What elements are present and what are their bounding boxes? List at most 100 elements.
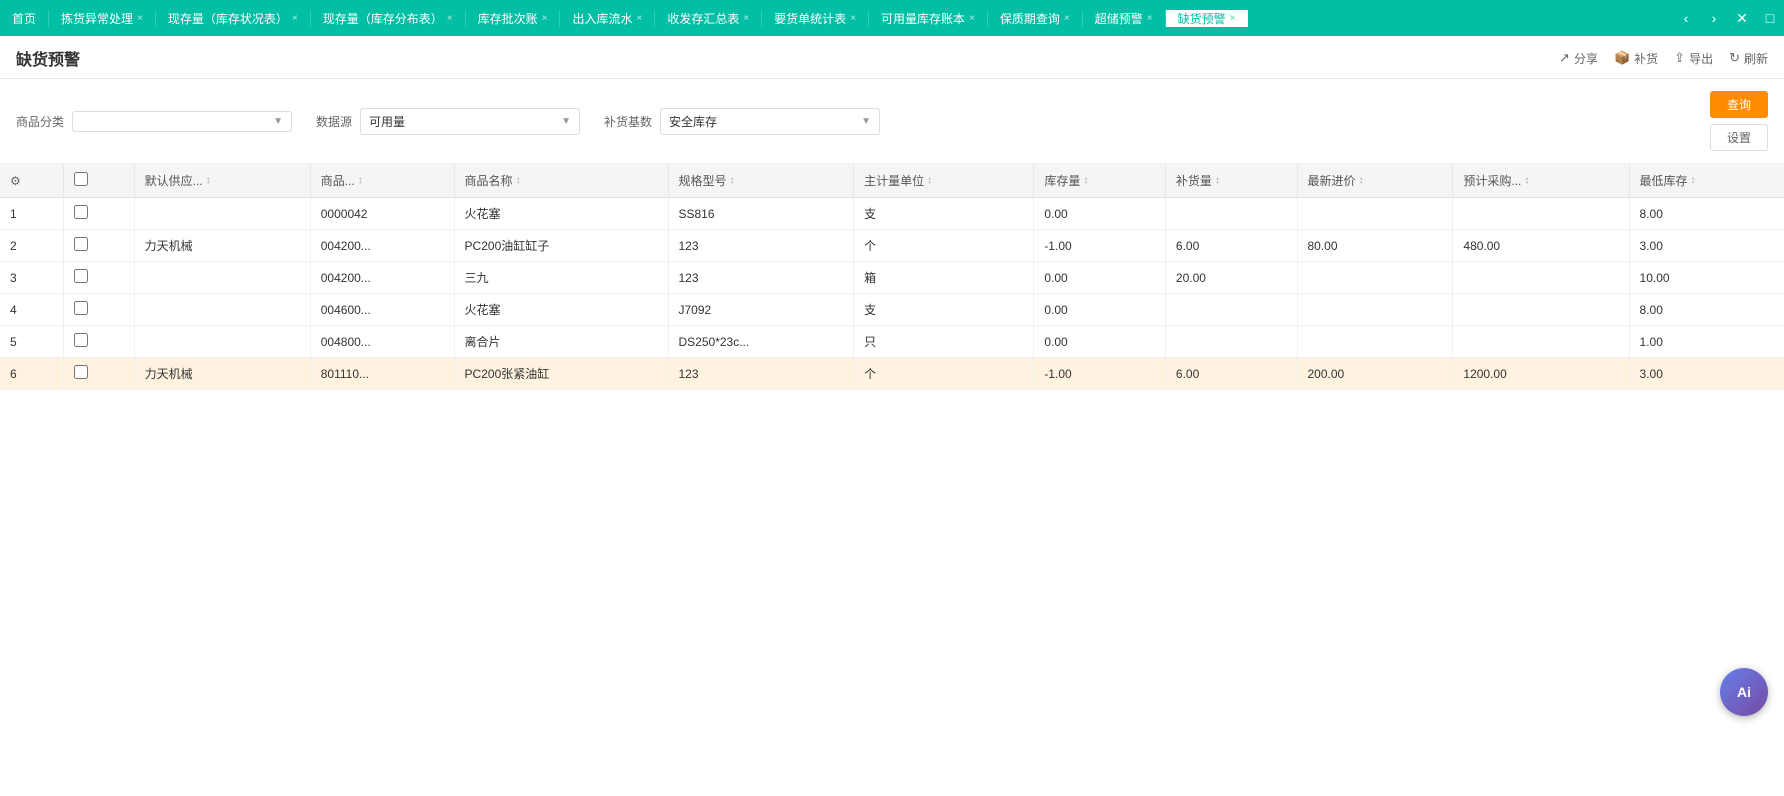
col-header-min_stock[interactable]: 最低库存↕ <box>1629 164 1784 198</box>
sort-replenish[interactable]: 补货量↕ <box>1176 172 1220 189</box>
page-title: 缺货预警 <box>16 46 80 70</box>
row-cb-4[interactable] <box>74 301 88 315</box>
category-select[interactable]: ▼ <box>72 111 292 132</box>
sort-latest_price[interactable]: 最新进价↕ <box>1308 172 1364 189</box>
cell-replenish-3: 20.00 <box>1165 262 1297 294</box>
row-checkbox-5[interactable] <box>63 326 134 358</box>
refresh-icon: ↻ <box>1729 50 1740 66</box>
cell-latest_price-2: 80.00 <box>1297 230 1453 262</box>
cell-product_code-2: 004200... <box>310 230 454 262</box>
table-container: ⚙ 默认供应...↕ 商品...↕ 商品名称↕ 规格型号↕ 主计量单位↕ 库存量↕ 补货量↕ 最… <box>0 164 1784 390</box>
datasource-filter-group: 数据源 可用量 ▼ <box>316 108 580 135</box>
sort-stock[interactable]: 库存量↕ <box>1044 172 1088 189</box>
col-header-default_supplier[interactable]: 默认供应...↕ <box>134 164 310 198</box>
cell-replenish-2: 6.00 <box>1165 230 1297 262</box>
row-cb-2[interactable] <box>74 237 88 251</box>
refresh-button[interactable]: ↻ 刷新 <box>1729 50 1768 67</box>
row-cb-5[interactable] <box>74 333 88 347</box>
tab-close-available-ledger[interactable]: × <box>969 13 975 24</box>
datasource-select[interactable]: 可用量 ▼ <box>360 108 580 135</box>
cell-default_supplier-3 <box>134 262 310 294</box>
filter-bar: 商品分类 ▼ 数据源 可用量 ▼ 补货基数 安全库存 ▼ 查询 设置 <box>0 79 1784 164</box>
row-checkbox-4[interactable] <box>63 294 134 326</box>
col-header-stock[interactable]: 库存量↕ <box>1034 164 1166 198</box>
query-button[interactable]: 查询 <box>1710 91 1768 118</box>
sort-icon-product_name: ↕ <box>516 175 521 186</box>
replenish-icon: 📦 <box>1614 50 1630 66</box>
cell-est_purchase-2: 480.00 <box>1453 230 1629 262</box>
row-cb-1[interactable] <box>74 205 88 219</box>
col-header-product_code[interactable]: 商品...↕ <box>310 164 454 198</box>
tab-maximize-btn[interactable]: □ <box>1756 0 1784 36</box>
cell-unit-3: 箱 <box>854 262 1034 294</box>
tab-batch-account[interactable]: 库存批次账× <box>466 10 561 27</box>
cell-default_supplier-5 <box>134 326 310 358</box>
tab-label-overstock: 超储预警 <box>1095 10 1143 27</box>
tab-close-collect-summary[interactable]: × <box>743 13 749 24</box>
tab-expiry[interactable]: 保质期查询× <box>988 10 1083 27</box>
cell-product_code-1: 0000042 <box>310 198 454 230</box>
tab-close-overstock[interactable]: × <box>1147 13 1153 24</box>
tab-close-order-stats[interactable]: × <box>850 13 856 24</box>
tab-inventory-dist[interactable]: 现存量（库存分布表）× <box>311 10 466 27</box>
tab-overstock[interactable]: 超储预警 × <box>1083 10 1166 27</box>
tab-inout-flow[interactable]: 出入库流水 × <box>560 10 655 27</box>
header-actions: ↗ 分享 📦 补货 ⇪ 导出 ↻ 刷新 <box>1559 50 1768 67</box>
sort-spec[interactable]: 规格型号↕ <box>679 172 735 189</box>
tab-close-batch-account[interactable]: × <box>542 13 548 24</box>
tab-collect-summary[interactable]: 收发存汇总表× <box>655 10 762 27</box>
tab-close-inventory-status[interactable]: × <box>292 13 298 24</box>
col-header-replenish[interactable]: 补货量↕ <box>1165 164 1297 198</box>
cell-stock-2: -1.00 <box>1034 230 1166 262</box>
tab-close-abnormal[interactable]: × <box>137 13 143 24</box>
tab-label-inout-flow: 出入库流水 <box>572 10 632 27</box>
ai-assistant-button[interactable]: Ai <box>1720 668 1768 716</box>
tab-next-btn[interactable]: › <box>1700 0 1728 36</box>
tab-close-btn[interactable]: ✕ <box>1728 0 1756 36</box>
table-row: 6力天机械801110...PC200张紧油缸123个-1.006.00200.… <box>0 358 1784 390</box>
tab-inventory-status[interactable]: 现存量（库存状况表）× <box>156 10 311 27</box>
sort-product_name[interactable]: 商品名称↕ <box>465 172 521 189</box>
sort-est_purchase[interactable]: 预计采购...↕ <box>1463 172 1529 189</box>
sort-default_supplier[interactable]: 默认供应...↕ <box>145 172 211 189</box>
replenish-base-arrow-icon: ▼ <box>861 116 871 127</box>
cell-est_purchase-1 <box>1453 198 1629 230</box>
sort-min_stock[interactable]: 最低库存↕ <box>1640 172 1696 189</box>
tab-shortage[interactable]: 缺货预警× <box>1166 10 1249 27</box>
tab-close-inout-flow[interactable]: × <box>636 13 642 24</box>
row-checkbox-6[interactable] <box>63 358 134 390</box>
replenish-button[interactable]: 📦 补货 <box>1614 50 1658 67</box>
export-button[interactable]: ⇪ 导出 <box>1674 50 1713 67</box>
col-header-est_purchase[interactable]: 预计采购...↕ <box>1453 164 1629 198</box>
tab-order-stats[interactable]: 要货单统计表× <box>762 10 869 27</box>
sort-unit[interactable]: 主计量单位↕ <box>864 172 932 189</box>
col-header-product_name[interactable]: 商品名称↕ <box>454 164 668 198</box>
tab-close-shortage[interactable]: × <box>1230 13 1236 24</box>
col-header-unit[interactable]: 主计量单位↕ <box>854 164 1034 198</box>
settings-button[interactable]: 设置 <box>1710 124 1768 151</box>
cell-product_code-5: 004800... <box>310 326 454 358</box>
col-header-latest_price[interactable]: 最新进价↕ <box>1297 164 1453 198</box>
share-button[interactable]: ↗ 分享 <box>1559 50 1598 67</box>
tab-available-ledger[interactable]: 可用量库存账本× <box>869 10 988 27</box>
replenish-base-select[interactable]: 安全库存 ▼ <box>660 108 880 135</box>
tab-prev-btn[interactable]: ‹ <box>1672 0 1700 36</box>
page-header: 缺货预警 ↗ 分享 📦 补货 ⇪ 导出 ↻ 刷新 <box>0 36 1784 79</box>
tab-close-expiry[interactable]: × <box>1064 13 1070 24</box>
tab-home[interactable]: 首页 <box>0 10 49 27</box>
tab-abnormal[interactable]: 拣货异常处理× <box>49 10 156 27</box>
sort-product_code[interactable]: 商品...↕ <box>321 172 363 189</box>
row-cb-3[interactable] <box>74 269 88 283</box>
gear-icon[interactable]: ⚙ <box>10 174 21 188</box>
row-checkbox-1[interactable] <box>63 198 134 230</box>
select-all-checkbox[interactable] <box>74 172 88 186</box>
tab-close-inventory-dist[interactable]: × <box>447 13 453 24</box>
filter-actions: 查询 设置 <box>1710 91 1768 151</box>
col-header-spec[interactable]: 规格型号↕ <box>668 164 854 198</box>
row-cb-6[interactable] <box>74 365 88 379</box>
row-num-3: 3 <box>0 262 63 294</box>
main-content: 缺货预警 ↗ 分享 📦 补货 ⇪ 导出 ↻ 刷新 商品分类 <box>0 36 1784 796</box>
row-checkbox-2[interactable] <box>63 230 134 262</box>
row-num-1: 1 <box>0 198 63 230</box>
row-checkbox-3[interactable] <box>63 262 134 294</box>
